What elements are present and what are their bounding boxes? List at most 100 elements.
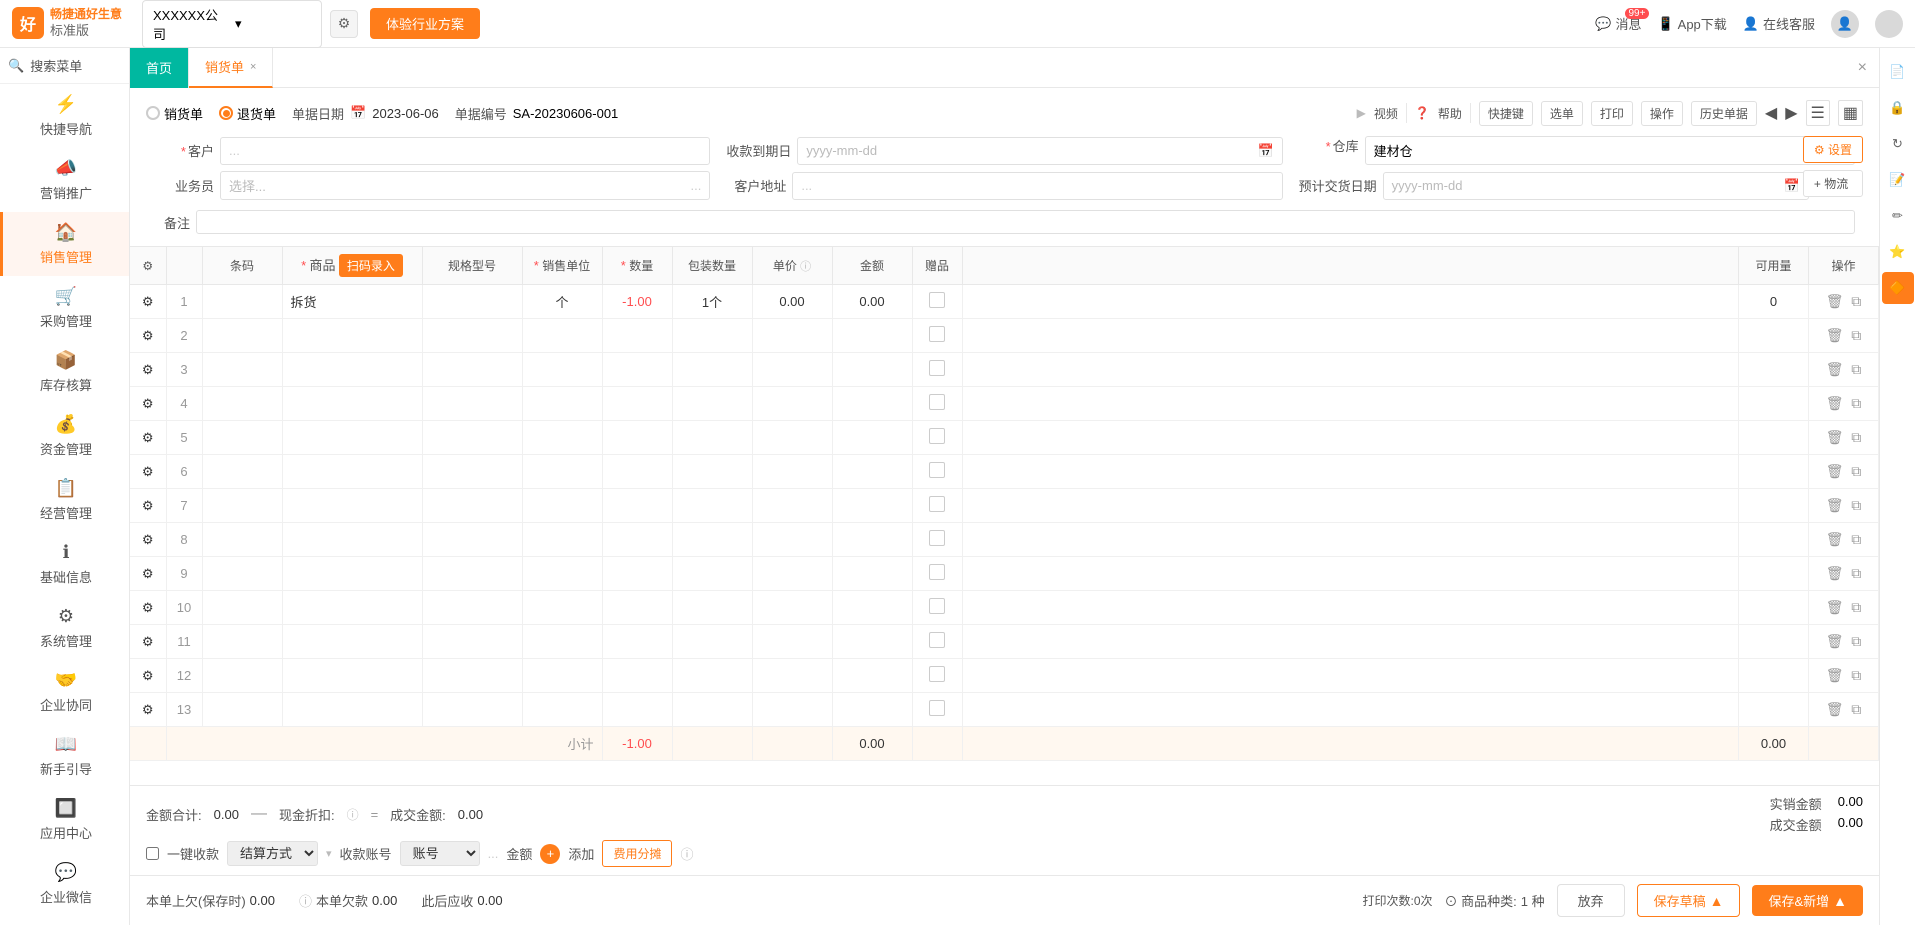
td-settings-1[interactable]: ⚙ <box>130 319 166 353</box>
rs-item-star[interactable]: ⭐ <box>1882 236 1914 268</box>
td-unit-11[interactable] <box>522 659 602 693</box>
td-spec-11[interactable] <box>422 659 522 693</box>
copy-btn-12[interactable]: ⧉ <box>1849 699 1863 720</box>
td-price-9[interactable] <box>752 591 832 625</box>
rs-item-lock[interactable]: 🔒 <box>1882 92 1914 124</box>
td-amount-12[interactable] <box>832 693 912 727</box>
td-settings-4[interactable]: ⚙ <box>130 421 166 455</box>
td-settings-2[interactable]: ⚙ <box>130 353 166 387</box>
td-spec-7[interactable] <box>422 523 522 557</box>
td-spec-9[interactable] <box>422 591 522 625</box>
td-pkg-11[interactable] <box>672 659 752 693</box>
td-gift-6[interactable] <box>912 489 962 523</box>
td-amount-9[interactable] <box>832 591 912 625</box>
td-amount-2[interactable] <box>832 353 912 387</box>
arrow-right-icon[interactable]: ▶ <box>1785 103 1797 123</box>
company-selector[interactable]: XXXXXX公司 ▾ <box>142 0 322 48</box>
sidebar-item-member[interactable]: ♛ 畅会员 <box>0 916 129 925</box>
td-price-5[interactable] <box>752 455 832 489</box>
payment-date-input[interactable]: yyyy-mm-dd 📅 <box>797 137 1282 165</box>
td-pkg-1[interactable] <box>672 319 752 353</box>
delete-btn-9[interactable]: 🗑 <box>1824 597 1846 618</box>
btn-print[interactable]: 打印 <box>1591 101 1633 126</box>
copy-btn-2[interactable]: ⧉ <box>1849 359 1863 380</box>
expense-split-btn[interactable]: 费用分摊 <box>602 840 672 867</box>
sidebar-item-nav[interactable]: ⚡ 快捷导航 <box>0 84 129 148</box>
td-pkg-6[interactable] <box>672 489 752 523</box>
td-gift-7[interactable] <box>912 523 962 557</box>
radio-return-order[interactable]: 退货单 <box>219 104 276 123</box>
copy-btn-3[interactable]: ⧉ <box>1849 393 1863 414</box>
td-qty-7[interactable] <box>602 523 672 557</box>
td-amount-11[interactable] <box>832 659 912 693</box>
td-qty-3[interactable] <box>602 387 672 421</box>
avatar[interactable]: 👤 <box>1831 10 1859 38</box>
td-price-3[interactable] <box>752 387 832 421</box>
td-spec-8[interactable] <box>422 557 522 591</box>
td-unit-4[interactable] <box>522 421 602 455</box>
sidebar-item-inventory[interactable]: 📦 库存核算 <box>0 340 129 404</box>
delete-btn-12[interactable]: 🗑 <box>1824 699 1846 720</box>
td-price-11[interactable] <box>752 659 832 693</box>
td-product-11[interactable] <box>282 659 422 693</box>
rs-item-refresh[interactable]: ↻ <box>1882 128 1914 160</box>
customer-address-input[interactable]: ... <box>792 172 1282 200</box>
delete-btn-10[interactable]: 🗑 <box>1824 631 1846 652</box>
td-spec-5[interactable] <box>422 455 522 489</box>
add-payment-btn[interactable]: + <box>540 844 560 864</box>
sidebar-item-basic[interactable]: ℹ 基础信息 <box>0 532 129 596</box>
dots-account[interactable]: ... <box>488 846 499 861</box>
td-price-0[interactable]: 0.00 <box>752 285 832 319</box>
td-settings-11[interactable]: ⚙ <box>130 659 166 693</box>
online-service-item[interactable]: 👤 在线客服 <box>1743 14 1815 33</box>
td-amount-5[interactable] <box>832 455 912 489</box>
customer-input[interactable]: ... <box>220 137 710 165</box>
list-view-icon[interactable]: ☰ <box>1806 100 1830 126</box>
grid-view-icon[interactable]: ▦ <box>1838 100 1863 126</box>
td-gift-12[interactable] <box>912 693 962 727</box>
btn-operate[interactable]: 操作 <box>1641 101 1683 126</box>
td-product-8[interactable] <box>282 557 422 591</box>
td-unit-1[interactable] <box>522 319 602 353</box>
copy-btn-11[interactable]: ⧉ <box>1849 665 1863 686</box>
td-gift-9[interactable] <box>912 591 962 625</box>
delete-btn-0[interactable]: 🗑 <box>1824 291 1846 312</box>
td-amount-7[interactable] <box>832 523 912 557</box>
td-amount-4[interactable] <box>832 421 912 455</box>
td-settings-0[interactable]: ⚙ <box>130 285 166 319</box>
td-qty-10[interactable] <box>602 625 672 659</box>
td-settings-10[interactable]: ⚙ <box>130 625 166 659</box>
btn-help[interactable]: 帮助 <box>1438 105 1462 122</box>
rs-item-doc[interactable]: 📄 <box>1882 56 1914 88</box>
td-spec-1[interactable] <box>422 319 522 353</box>
td-pkg-2[interactable] <box>672 353 752 387</box>
td-barcode-4[interactable] <box>202 421 282 455</box>
td-gift-5[interactable] <box>912 455 962 489</box>
td-pkg-0[interactable]: 1个 <box>672 285 752 319</box>
copy-btn-5[interactable]: ⧉ <box>1849 461 1863 482</box>
td-unit-6[interactable] <box>522 489 602 523</box>
td-amount-6[interactable] <box>832 489 912 523</box>
calc-method-select[interactable]: 结算方式 <box>227 841 318 866</box>
td-product-0[interactable]: 拆货 <box>282 285 422 319</box>
sidebar-item-system[interactable]: ⚙ 系统管理 <box>0 596 129 660</box>
app-download-item[interactable]: 📱 App下载 <box>1657 14 1726 33</box>
rs-item-note[interactable]: 📝 <box>1882 164 1914 196</box>
note-input[interactable] <box>196 210 1855 234</box>
td-unit-9[interactable] <box>522 591 602 625</box>
td-gift-1[interactable] <box>912 319 962 353</box>
td-pkg-8[interactable] <box>672 557 752 591</box>
sidebar-item-finance[interactable]: 💰 资金管理 <box>0 404 129 468</box>
td-gift-3[interactable] <box>912 387 962 421</box>
td-spec-6[interactable] <box>422 489 522 523</box>
td-barcode-6[interactable] <box>202 489 282 523</box>
td-amount-3[interactable] <box>832 387 912 421</box>
sidebar-search[interactable]: 🔍 搜索菜单 <box>0 48 129 84</box>
copy-btn-7[interactable]: ⧉ <box>1849 529 1863 550</box>
account-select[interactable]: 账号 <box>400 841 480 866</box>
radio-sales-order[interactable]: 销货单 <box>146 104 203 123</box>
td-product-7[interactable] <box>282 523 422 557</box>
td-settings-9[interactable]: ⚙ <box>130 591 166 625</box>
td-settings-6[interactable]: ⚙ <box>130 489 166 523</box>
td-amount-10[interactable] <box>832 625 912 659</box>
